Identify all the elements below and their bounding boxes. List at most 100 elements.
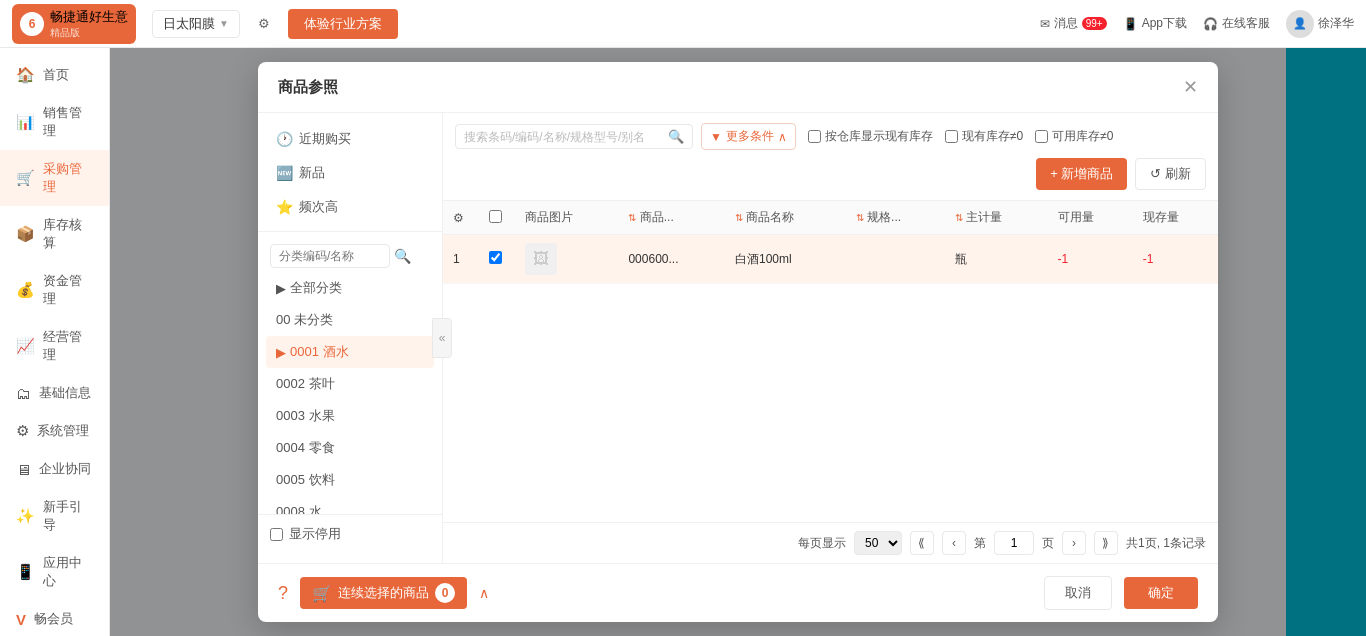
footer-collapse-icon[interactable]: ∧ [479,585,489,601]
tab-new-products[interactable]: 🆕 新品 [266,157,434,189]
next-page-button[interactable]: › [1062,531,1086,555]
sidebar-item-basic-info[interactable]: 🗂 基础信息 [0,374,109,412]
online-service-label: 在线客服 [1222,15,1270,32]
chevron-right-active-icon: ▶ [276,345,286,360]
select-all-checkbox[interactable] [489,210,502,223]
checkbox-available-stock-input[interactable] [1035,130,1048,143]
sort-name-icon[interactable]: ⇅ [735,212,743,223]
checkbox-warehouse-stock-input[interactable] [808,130,821,143]
filter-label: 更多条件 [726,128,774,145]
category-all-label: 全部分类 [290,279,342,297]
new-icon: 🆕 [276,165,293,181]
industry-solution-button[interactable]: 体验行业方案 [288,9,398,39]
product-search-icon[interactable]: 🔍 [668,129,684,144]
category-search-input[interactable] [270,244,390,268]
category-item-drinks[interactable]: 0005 饮料 [266,464,434,496]
per-page-select[interactable]: 50 [854,531,902,555]
tab-new-label: 新品 [299,164,325,182]
logo-sub-text: 精品版 [50,26,128,40]
sidebar-item-sales[interactable]: 📊 销售管理 [0,94,109,150]
page-suffix: 页 [1042,535,1054,552]
category-search-icon[interactable]: 🔍 [394,248,411,264]
prev-page-button[interactable]: ‹ [942,531,966,555]
refresh-button[interactable]: ↺ 刷新 [1135,158,1206,190]
checkbox-available-stock[interactable]: 可用库存≠0 [1035,128,1113,145]
divider [258,231,442,232]
row-checkbox[interactable] [489,251,502,264]
cell-spec [846,235,945,284]
confirm-button[interactable]: 确定 [1124,577,1198,609]
category-item-snacks[interactable]: 0004 零食 [266,432,434,464]
sidebar-item-guide[interactable]: ✨ 新手引导 [0,488,109,544]
sidebar-item-inventory[interactable]: 📦 库存核算 [0,206,109,262]
sidebar-item-enterprise[interactable]: 🖥 企业协同 [0,450,109,488]
left-panel-collapse-button[interactable]: « [432,318,452,358]
sidebar-item-system[interactable]: ⚙ 系统管理 [0,412,109,450]
tab-frequent[interactable]: ⭐ 频次高 [266,191,434,223]
table-header-row: ⚙ 商品图片 ⇅ 商品... [443,201,1218,235]
tab-frequent-label: 频次高 [299,198,338,216]
nav-dropdown[interactable]: 日太阳膜 ▼ [152,10,240,38]
dialog-close-button[interactable]: ✕ [1183,76,1198,98]
show-disabled-input[interactable] [270,528,283,541]
sidebar-label-enterprise: 企业协同 [39,460,91,478]
checkbox-current-stock-input[interactable] [945,130,958,143]
total-info: 共1页, 1条记录 [1126,535,1206,552]
sort-unit-icon[interactable]: ⇅ [955,212,963,223]
cell-image: 🖼 [515,235,618,284]
cancel-button[interactable]: 取消 [1044,576,1112,610]
dialog-footer: ? 🛒 连续选择的商品 0 ∧ 取消 确定 [258,563,1218,622]
cell-name: 白酒100ml [725,235,846,284]
tab-recent-purchase[interactable]: 🕐 近期购买 [266,123,434,155]
filter-checkboxes: 按仓库显示现有库存 现有库存≠0 可用库存≠0 [808,128,1114,145]
sidebar-item-home[interactable]: 🏠 首页 [0,56,109,94]
sidebar-item-operation[interactable]: 📈 经营管理 [0,318,109,374]
cell-checkbox[interactable] [479,235,515,284]
tab-recent-label: 近期购买 [299,130,351,148]
filter-icon: ▼ [710,130,722,144]
cart-icon: 🛒 [312,584,332,603]
logo[interactable]: 6 畅捷通好生意 精品版 [12,4,136,44]
user-avatar: 👤 [1286,10,1314,38]
category-item-all[interactable]: ▶ 全部分类 [266,272,434,304]
online-service-button[interactable]: 🎧 在线客服 [1203,15,1270,32]
sidebar-item-app-center[interactable]: 📱 应用中心 [0,544,109,600]
table-row[interactable]: 1 🖼 000600... 白酒100ml 瓶 -1 -1 [443,235,1218,284]
sort-code-icon[interactable]: ⇅ [628,212,636,223]
page-input[interactable] [994,531,1034,555]
checkbox-current-stock[interactable]: 现有库存≠0 [945,128,1023,145]
sidebar-label-home: 首页 [43,66,69,84]
sort-spec-icon[interactable]: ⇅ [856,212,864,223]
category-item-tea[interactable]: 0002 茶叶 [266,368,434,400]
cell-stock: -1 [1133,235,1218,284]
first-page-button[interactable]: ⟪ [910,531,934,555]
sidebar-item-finance[interactable]: 💰 资金管理 [0,262,109,318]
category-item-liquor[interactable]: ▶ 0001 酒水 [266,336,434,368]
messages-button[interactable]: ✉ 消息 99+ [1040,15,1107,32]
category-item-fruit[interactable]: 0003 水果 [266,400,434,432]
toolbar-right: + 新增商品 ↺ 刷新 [1036,158,1206,190]
sidebar-item-purchase[interactable]: 🛒 采购管理 [0,150,109,206]
checkbox-warehouse-stock[interactable]: 按仓库显示现有库存 [808,128,933,145]
product-tbody: 1 🖼 000600... 白酒100ml 瓶 -1 -1 [443,235,1218,284]
product-table: ⚙ 商品图片 ⇅ 商品... [443,201,1218,284]
add-product-button[interactable]: + 新增商品 [1036,158,1127,190]
cart-button[interactable]: 🛒 连续选择的商品 0 [300,577,467,609]
last-page-button[interactable]: ⟫ [1094,531,1118,555]
app-download-button[interactable]: 📱 App下载 [1123,15,1187,32]
more-filters-button[interactable]: ▼ 更多条件 ∧ [701,123,796,150]
gear-icon[interactable]: ⚙ [248,8,280,40]
checkbox-current-label: 现有库存≠0 [962,128,1023,145]
category-item-uncategorized[interactable]: 00 未分类 [266,304,434,336]
show-disabled-checkbox[interactable]: 显示停用 [258,514,442,553]
sidebar-item-member[interactable]: V 畅会员 [0,600,109,636]
user-menu[interactable]: 👤 徐泽华 [1286,10,1354,38]
product-search-input[interactable] [464,130,664,144]
sidebar-label-basic-info: 基础信息 [39,384,91,402]
category-item-water[interactable]: 0008 水 [266,496,434,514]
help-icon[interactable]: ? [278,583,288,604]
basic-info-icon: 🗂 [16,385,31,402]
nav-right: ✉ 消息 99+ 📱 App下载 🎧 在线客服 👤 徐泽华 [1040,10,1354,38]
category-search: 🔍 [258,240,442,272]
content-area: 商品参照 ✕ 🕐 近期购买 🆕 [110,48,1366,636]
